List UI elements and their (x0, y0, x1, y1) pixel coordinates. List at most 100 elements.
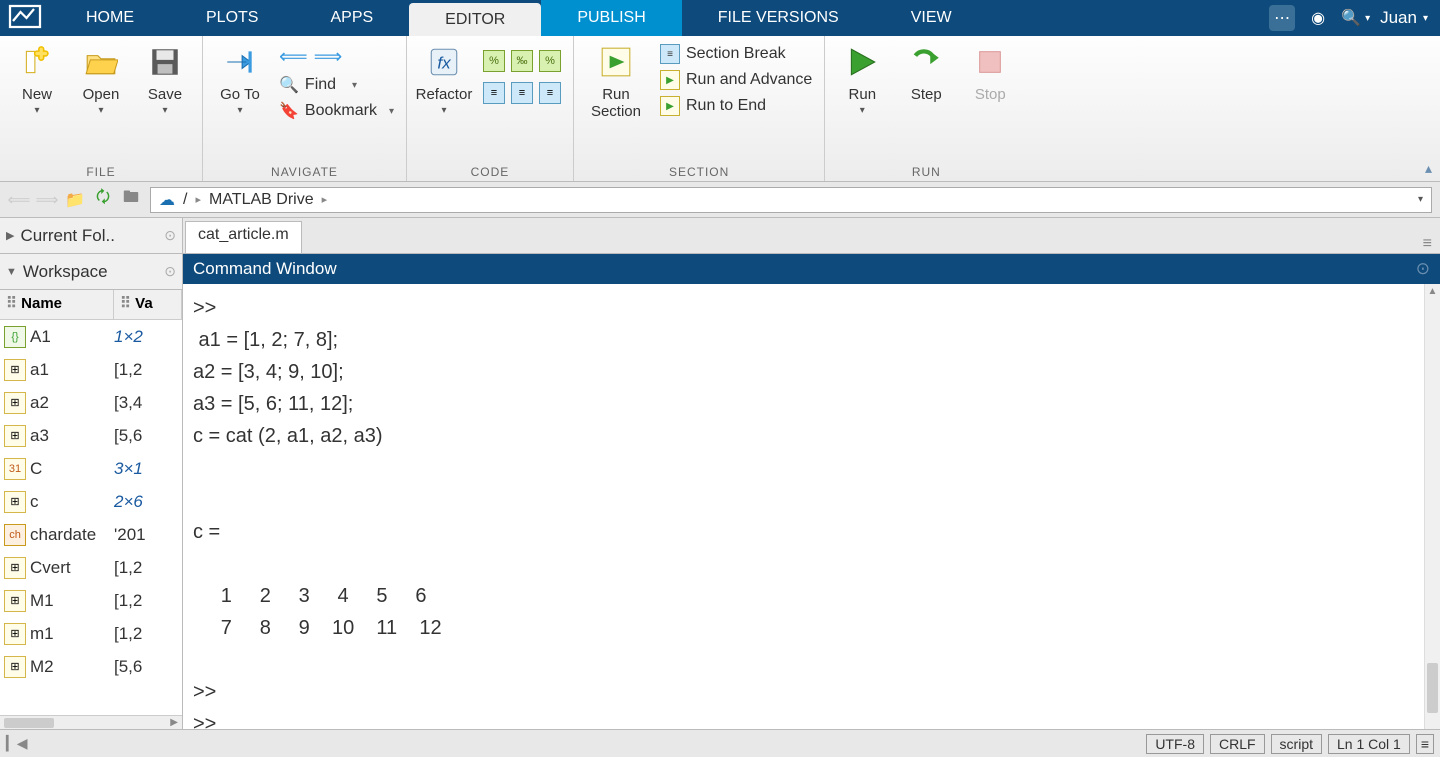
run-to-end-button[interactable]: ▶ Run to End (660, 96, 812, 116)
path-segment[interactable]: MATLAB Drive (209, 191, 314, 209)
uncomment-icon[interactable]: ‰ (511, 50, 533, 72)
grid-var-icon: ⊞ (4, 590, 26, 612)
chevron-down-icon: ▾ (352, 80, 357, 91)
workspace-row[interactable]: ⊞Cvert[1,2 (0, 551, 182, 584)
goto-start-icon[interactable]: ▎◀ (6, 735, 28, 752)
workspace-rows: {}A11×2⊞a1[1,2⊞a2[3,4⊞a3[5,631C3×1⊞c2×6c… (0, 320, 182, 715)
scrollbar-thumb[interactable] (4, 718, 54, 728)
workspace-row[interactable]: ⊞M1[1,2 (0, 584, 182, 617)
tab-menu-icon[interactable]: ≡ (1423, 235, 1432, 253)
workspace-row[interactable]: ⊞M2[5,6 (0, 650, 182, 683)
nav-forward-icon[interactable]: ⟹ (314, 44, 343, 69)
command-window-label: Command Window (193, 259, 337, 279)
bookmark-button[interactable]: 🔖 Bookmark ▾ (279, 101, 394, 121)
grid-var-icon: ⊞ (4, 623, 26, 645)
more-icon[interactable]: ⋯ (1269, 5, 1295, 31)
save-icon (147, 44, 183, 80)
path-up-icon[interactable]: 📁 (64, 189, 86, 211)
path-dropdown-icon[interactable]: ▾ (1418, 194, 1423, 205)
workspace-row[interactable]: 31C3×1 (0, 452, 182, 485)
chevron-down-icon: ▾ (441, 105, 446, 116)
statusbar: ▎◀ UTF-8 CRLF script Ln 1 Col 1 ≡ (0, 729, 1440, 757)
scroll-up-icon[interactable]: ▲ (1425, 284, 1440, 300)
run-section-button[interactable]: Run Section (582, 40, 650, 120)
path-browse-icon[interactable]: 🖿 (120, 189, 142, 211)
find-button[interactable]: 🔍 Find ▾ (279, 75, 394, 95)
panel-menu-icon[interactable]: ⊙ (164, 263, 176, 280)
save-button[interactable]: Save ▾ (136, 40, 194, 116)
outdent-icon[interactable]: ≡ (511, 82, 533, 104)
section-break-label: Section Break (686, 45, 786, 63)
open-button[interactable]: Open ▾ (72, 40, 130, 116)
tab-view[interactable]: VIEW (875, 0, 988, 36)
col-value[interactable]: ⠿ Va (114, 290, 182, 319)
var-value: 1×2 (114, 327, 182, 347)
workspace-row[interactable]: {}A11×2 (0, 320, 182, 353)
path-back-icon[interactable]: ⟸ (8, 189, 30, 211)
goto-button[interactable]: Go To ▾ (211, 40, 269, 116)
run-button[interactable]: Run ▾ (833, 40, 891, 116)
command-window[interactable]: >> a1 = [1, 2; 7, 8]; a2 = [3, 4; 9, 10]… (183, 284, 1440, 729)
workspace-row[interactable]: ⊞a1[1,2 (0, 353, 182, 386)
eol-chip[interactable]: CRLF (1210, 734, 1265, 754)
tab-publish[interactable]: PUBLISH (541, 0, 681, 36)
minimize-ribbon-icon[interactable]: ▴ (1425, 160, 1432, 177)
chevron-down-icon: ▾ (34, 105, 39, 116)
vertical-scrollbar[interactable]: ▲ (1424, 284, 1440, 729)
tab-plots[interactable]: PLOTS (170, 0, 294, 36)
refactor-button[interactable]: fx Refactor ▾ (415, 40, 473, 116)
target-icon[interactable]: ◉ (1305, 5, 1331, 31)
path-forward-icon[interactable]: ⟹ (36, 189, 58, 211)
wrap-comment-icon[interactable]: % (539, 50, 561, 72)
workspace-row[interactable]: ⊞a2[3,4 (0, 386, 182, 419)
workspace-row[interactable]: ⊞c2×6 (0, 485, 182, 518)
tab-file-versions[interactable]: FILE VERSIONS (682, 0, 875, 36)
new-button[interactable]: New ▾ (8, 40, 66, 116)
run-advance-button[interactable]: ▶ Run and Advance (660, 70, 812, 90)
chevron-down-icon: ▾ (98, 105, 103, 116)
goto-label: Go To (220, 86, 260, 103)
cursor-pos-chip[interactable]: Ln 1 Col 1 (1328, 734, 1410, 754)
col-name[interactable]: ⠿ Name (0, 290, 114, 319)
var-value: [1,2 (114, 591, 182, 611)
path-box[interactable]: ☁ / ▸ MATLAB Drive ▸ ▾ (150, 187, 1432, 213)
comment-icon[interactable]: % (483, 50, 505, 72)
search-icon[interactable]: 🔍 ▾ (1341, 8, 1370, 28)
right-panel: cat_article.m ≡ Command Window ⊙ >> a1 =… (183, 218, 1440, 729)
tab-apps[interactable]: APPS (294, 0, 409, 36)
goto-icon (222, 44, 258, 80)
panel-menu-icon[interactable]: ⊙ (164, 227, 176, 244)
nav-back-forward[interactable]: ⟸ ⟹ (279, 44, 394, 69)
var-value: [1,2 (114, 624, 182, 644)
ribbon: New ▾ Open ▾ Save ▾ FILE Go To ▾ (0, 36, 1440, 182)
type-chip[interactable]: script (1271, 734, 1322, 754)
section-break-button[interactable]: ≡ Section Break (660, 44, 812, 64)
stop-button[interactable]: Stop (961, 40, 1019, 103)
user-menu[interactable]: Juan▾ (1380, 8, 1428, 28)
step-button[interactable]: Step (897, 40, 955, 103)
var-name: C (30, 459, 114, 479)
smart-indent-icon[interactable]: ≡ (539, 82, 561, 104)
panel-menu-icon[interactable]: ⊙ (1416, 259, 1430, 279)
nav-back-icon[interactable]: ⟸ (279, 44, 308, 69)
matlab-logo-icon (0, 0, 50, 36)
workspace-row[interactable]: chchardate'201 (0, 518, 182, 551)
current-folder-header[interactable]: ▶ Current Fol.. ⊙ (0, 218, 182, 254)
workspace-row[interactable]: ⊞a3[5,6 (0, 419, 182, 452)
chevron-down-icon: ▾ (162, 105, 167, 116)
tab-home[interactable]: HOME (50, 0, 170, 36)
scroll-right-icon[interactable]: ▶ (170, 717, 178, 728)
run-icon (844, 44, 880, 80)
workspace-row[interactable]: ⊞m1[1,2 (0, 617, 182, 650)
workspace-header[interactable]: ▼ Workspace ⊙ (0, 254, 182, 290)
search-icon: 🔍 (279, 75, 299, 95)
encoding-chip[interactable]: UTF-8 (1146, 734, 1204, 754)
scrollbar-thumb[interactable] (1427, 663, 1438, 713)
horizontal-scrollbar[interactable]: ▶ (0, 715, 182, 729)
indent-icon[interactable]: ≡ (483, 82, 505, 104)
file-tab[interactable]: cat_article.m (185, 221, 302, 253)
path-refresh-icon[interactable]: 🗘 (92, 189, 114, 211)
tab-editor[interactable]: EDITOR (409, 3, 541, 36)
status-menu-icon[interactable]: ≡ (1416, 734, 1434, 754)
workspace-label: Workspace (23, 262, 108, 282)
